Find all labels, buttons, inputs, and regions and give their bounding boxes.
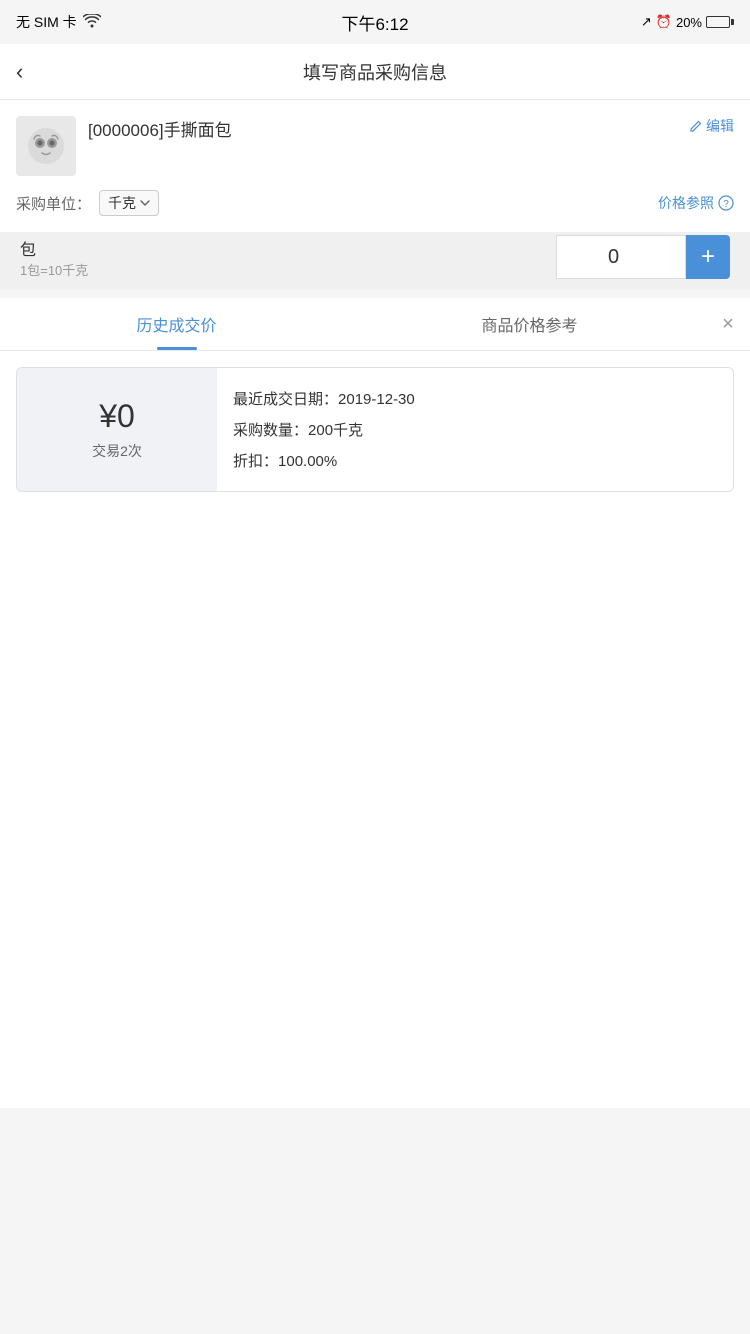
status-right-group: ↗ ⏰ 20% — [641, 14, 734, 30]
status-time: 下午6:12 — [341, 10, 408, 35]
product-name: [0000006]手撕面包 — [88, 116, 232, 141]
history-recent-date: 最近成交日期：2019-12-30 — [233, 388, 717, 409]
tabs-header: 历史成交价 商品价格参考 × — [0, 298, 750, 351]
battery-icon — [706, 16, 734, 28]
tab-history-price[interactable]: 历史成交价 — [0, 298, 353, 350]
quantity-unit: 包 — [20, 236, 88, 260]
history-trades: 交易2次 — [92, 441, 142, 461]
chevron-down-icon — [140, 200, 150, 207]
product-header: [0000006]手撕面包 编辑 — [16, 116, 734, 176]
svg-text:?: ? — [723, 199, 729, 210]
carrier-text: 无 SIM 卡 — [16, 12, 77, 32]
page-title: 填写商品采购信息 — [303, 59, 447, 85]
history-discount: 折扣：100.00% — [233, 450, 717, 471]
battery-percent: 20% — [676, 15, 702, 30]
history-card: ¥0 交易2次 最近成交日期：2019-12-30 采购数量：200千克 折扣：… — [16, 367, 734, 492]
quantity-input-group: + — [556, 235, 730, 279]
history-card-left: ¥0 交易2次 — [17, 368, 217, 491]
product-unit-row: 采购单位： 千克 价格参照 ? — [16, 190, 734, 216]
back-button[interactable]: ‹ — [16, 59, 23, 85]
product-logo-icon — [26, 126, 66, 166]
tab-price-reference[interactable]: 商品价格参考 — [353, 298, 706, 350]
edit-button[interactable]: 编辑 — [689, 116, 734, 136]
history-price: ¥0 — [99, 398, 135, 435]
tab-content-history: ¥0 交易2次 最近成交日期：2019-12-30 采购数量：200千克 折扣：… — [0, 351, 750, 508]
quantity-input[interactable] — [556, 235, 686, 279]
history-purchase-qty: 采购数量：200千克 — [233, 419, 717, 440]
unit-select[interactable]: 千克 — [99, 190, 159, 216]
status-bar: 无 SIM 卡 下午6:12 ↗ ⏰ 20% — [0, 0, 750, 44]
help-circle-icon: ? — [718, 195, 734, 211]
nav-bar: ‹ 填写商品采购信息 — [0, 44, 750, 100]
quantity-label-group: 包 1包=10千克 — [20, 236, 88, 279]
quantity-plus-button[interactable]: + — [686, 235, 730, 279]
edit-icon — [689, 119, 703, 133]
separator — [0, 282, 750, 290]
bottom-area — [0, 508, 750, 1108]
alarm-icon: ⏰ — [656, 14, 672, 30]
wifi-icon — [83, 14, 101, 31]
tabs-section: 历史成交价 商品价格参考 × ¥0 交易2次 最近成交日期：2019-12-30… — [0, 298, 750, 508]
price-reference-button[interactable]: 价格参照 ? — [658, 193, 734, 213]
product-left: [0000006]手撕面包 — [16, 116, 232, 176]
history-card-right: 最近成交日期：2019-12-30 采购数量：200千克 折扣：100.00% — [217, 368, 733, 491]
tabs-close-button[interactable]: × — [706, 302, 750, 346]
quantity-conversion: 1包=10千克 — [20, 260, 88, 279]
product-card: [0000006]手撕面包 编辑 采购单位： 千克 价格参照 — [0, 100, 750, 232]
location-icon: ↗ — [641, 14, 652, 30]
quantity-row: 包 1包=10千克 + — [0, 232, 750, 282]
status-carrier: 无 SIM 卡 — [16, 12, 101, 32]
unit-label: 采购单位： — [16, 193, 91, 214]
product-thumbnail — [16, 116, 76, 176]
product-info: [0000006]手撕面包 — [88, 116, 232, 145]
